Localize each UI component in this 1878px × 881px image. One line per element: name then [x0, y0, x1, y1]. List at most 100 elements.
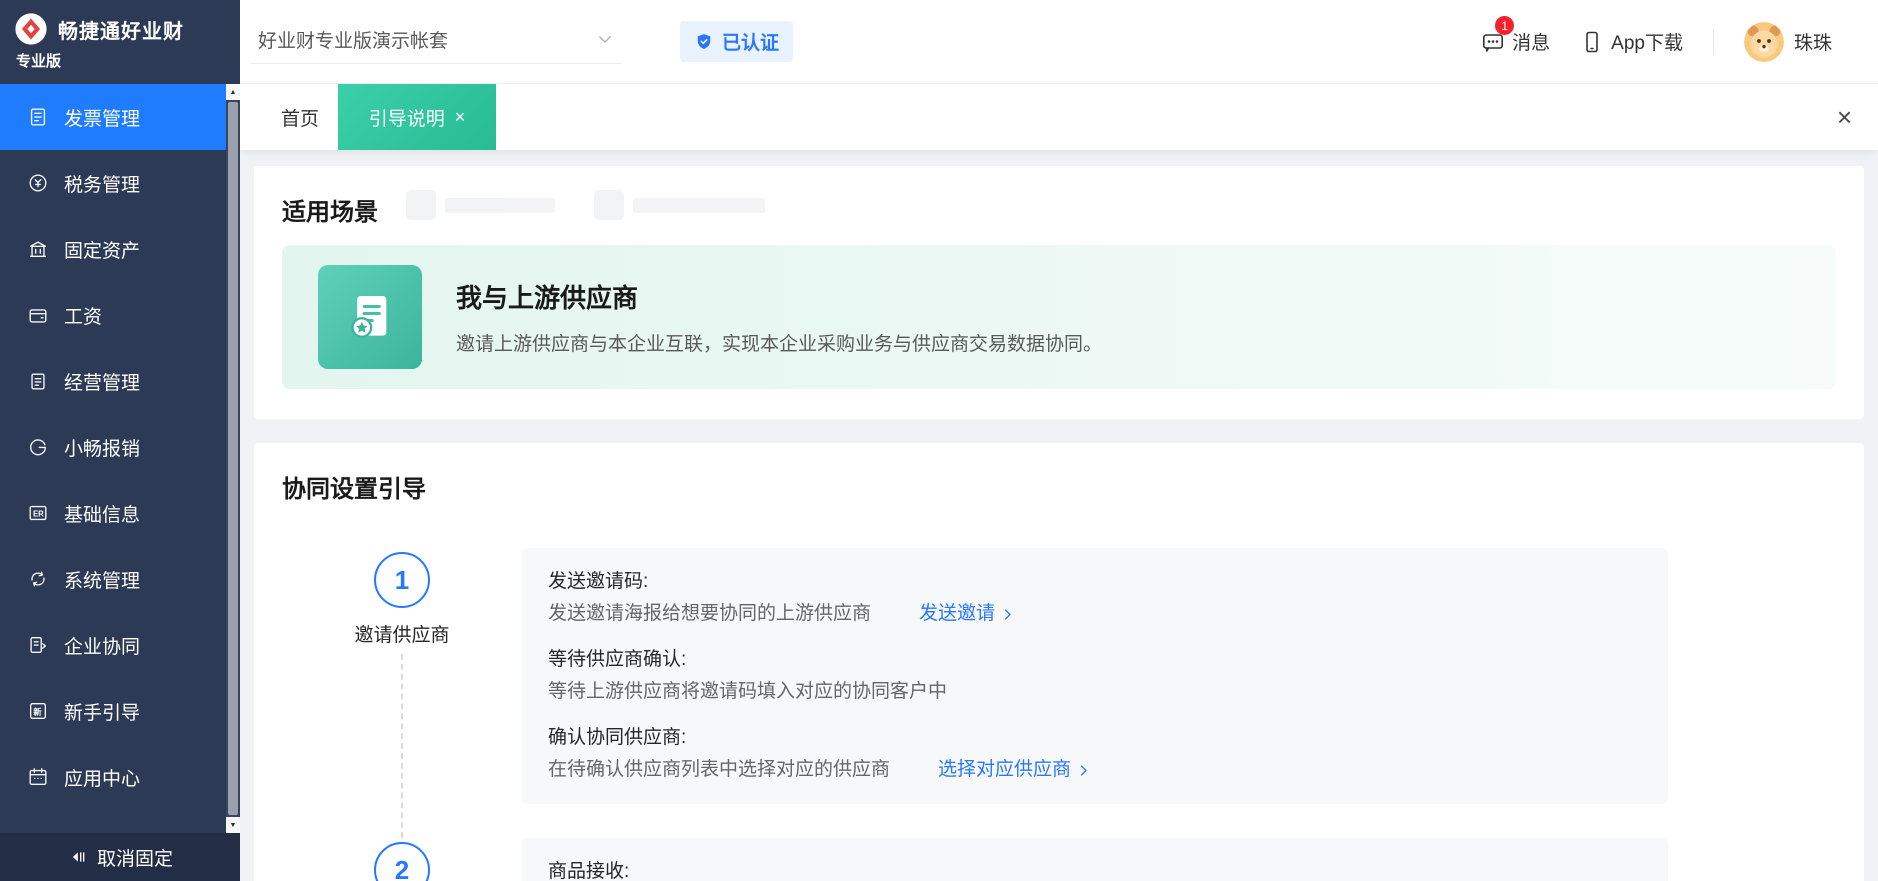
sidebar-item-label: 应用中心 [64, 768, 141, 790]
scenario-card: 我与上游供应商 邀请上游供应商与本企业互联，实现本企业采购业务与供应商交易数据协… [282, 245, 1836, 389]
system-icon [27, 568, 49, 590]
step-1-label: 邀请供应商 [354, 625, 450, 646]
account-set-value: 好业财专业版演示帐套 [258, 30, 449, 52]
guide-heading: 协同设置引导 [282, 476, 426, 503]
sidebar-item-label: 基础信息 [64, 504, 141, 526]
sidebar: 畅捷通好业财 专业版 发票管理 税务管理 固定资产 工资 经营管理 小畅报销 E… [0, 0, 240, 881]
sidebar-item-label: 固定资产 [64, 240, 141, 262]
brand-logo-icon [14, 12, 48, 46]
unpin-label: 取消固定 [96, 848, 173, 870]
scrollbar-up-arrow[interactable]: ▲ [226, 84, 240, 100]
sidebar-scrollbar[interactable]: ▲ ▼ [226, 84, 240, 833]
sidebar-item-salary[interactable]: 工资 [0, 282, 240, 348]
chevron-right-icon [1004, 608, 1011, 620]
step-item-title: 等待供应商确认: [548, 649, 687, 670]
step-item-text: 等待上游供应商将邀请码填入对应的协同客户中 [548, 681, 948, 702]
send-invite-link[interactable]: 发送邀请 [919, 602, 1015, 626]
step-item-text: 发送邀请海报给想要协同的上游供应商 [548, 603, 872, 624]
choose-supplier-link[interactable]: 选择对应供应商 [938, 758, 1091, 782]
collapse-icon [72, 852, 85, 862]
send-invite-link-label: 发送邀请 [919, 603, 996, 624]
tab-bar: 首页 引导说明 × × [240, 84, 1878, 150]
sidebar-item-label: 系统管理 [64, 570, 141, 592]
sidebar-item-label: 发票管理 [64, 108, 141, 130]
sidebar-item-label: 经营管理 [64, 372, 141, 394]
tax-icon [27, 172, 49, 194]
sidebar-item-label: 企业协同 [64, 636, 141, 658]
brand-block: 畅捷通好业财 专业版 [0, 0, 240, 84]
sidebar-item-app-center[interactable]: 应用中心 [0, 744, 240, 810]
close-all-tabs-icon[interactable]: × [1837, 104, 1852, 130]
scenario-heading: 适用场景 [282, 199, 378, 226]
main-content: 适用场景 我与上游供应商 邀请上游供应商与本企业互联，实现本企业采购业务与供应商… [240, 150, 1878, 881]
app-center-icon [27, 766, 49, 788]
certified-badge: 已认证 [680, 21, 794, 62]
avatar [1743, 21, 1784, 62]
step-2-rail: 2 [282, 838, 522, 881]
new-user-guide-icon: 新 [27, 700, 49, 722]
guide-step-2: 2 商品接收: [282, 838, 1836, 881]
collaboration-icon [27, 634, 49, 656]
step-1-number: 1 [374, 552, 430, 608]
guide-panel: 协同设置引导 1 邀请供应商 发送邀请码: 发送邀请海报给想要协同的上游供应商 [254, 443, 1864, 881]
step-item-title: 发送邀请码: [548, 571, 649, 592]
step-item-text: 在待确认供应商列表中选择对应的供应商 [548, 759, 891, 780]
brand-name: 畅捷通好业财 [58, 20, 184, 43]
user-menu[interactable]: 珠珠 [1743, 21, 1832, 62]
app-download-button[interactable]: App下载 [1580, 28, 1683, 55]
scenario-card-description: 邀请上游供应商与本企业互联，实现本企业采购业务与供应商交易数据协同。 [456, 334, 1103, 355]
sidebar-item-collaboration[interactable]: 企业协同 [0, 612, 240, 678]
sidebar-item-system[interactable]: 系统管理 [0, 546, 240, 612]
username: 珠珠 [1793, 33, 1832, 54]
sidebar-item-invoice[interactable]: 发票管理 [0, 84, 240, 150]
certified-label: 已认证 [722, 33, 780, 54]
brand-edition: 专业版 [16, 53, 62, 70]
step-item-title: 确认协同供应商: [548, 727, 687, 748]
step-connector-dashed-line [401, 654, 403, 848]
app-window: 畅捷通好业财 专业版 发票管理 税务管理 固定资产 工资 经营管理 小畅报销 E… [0, 0, 1878, 881]
step-item: 等待供应商确认: 等待上游供应商将邀请码填入对应的协同客户中 [548, 648, 1642, 704]
sidebar-item-operations[interactable]: 经营管理 [0, 348, 240, 414]
step-1-rail: 1 邀请供应商 [282, 548, 522, 848]
supplier-doc-star-icon [318, 265, 422, 369]
sidebar-item-label: 税务管理 [64, 174, 141, 196]
sidebar-item-fixed-asset[interactable]: 固定资产 [0, 216, 240, 282]
shield-icon [697, 33, 711, 49]
scrollbar-down-arrow[interactable]: ▼ [226, 817, 240, 833]
tab-close-icon[interactable]: × [455, 108, 466, 126]
scenario-card-title: 我与上游供应商 [456, 283, 639, 313]
tab-home[interactable]: 首页 [262, 84, 338, 150]
account-set-select[interactable]: 好业财专业版演示帐套 [250, 20, 622, 64]
header-divider [1712, 28, 1714, 55]
sidebar-item-guide[interactable]: 新 新手引导 [0, 678, 240, 744]
step-item: 确认协同供应商: 在待确认供应商列表中选择对应的供应商 选择对应供应商 [548, 726, 1642, 782]
app-download-label: App下载 [1611, 33, 1683, 54]
phone-icon [1586, 31, 1598, 52]
messages-label: 消息 [1512, 33, 1551, 54]
tab-guide-active[interactable]: 引导说明 × [338, 84, 496, 150]
top-header: 好业财专业版演示帐套 已认证 消息 1 App下载 珠珠 [240, 0, 1878, 84]
step-item: 商品接收: [548, 860, 1642, 881]
sidebar-item-label: 新手引导 [64, 702, 141, 724]
step-2-number: 2 [374, 842, 430, 881]
sidebar-item-label: 小畅报销 [64, 438, 141, 460]
chevron-down-icon [599, 36, 611, 43]
chevron-right-icon [1080, 764, 1087, 776]
fixed-asset-icon [27, 238, 49, 260]
sidebar-item-reimburse[interactable]: 小畅报销 [0, 414, 240, 480]
step-item-title: 商品接收: [548, 861, 630, 881]
messages-button[interactable]: 消息 1 [1481, 16, 1551, 55]
sidebar-item-tax[interactable]: 税务管理 [0, 150, 240, 216]
scrollbar-thumb[interactable] [228, 102, 238, 815]
guide-step-1: 1 邀请供应商 发送邀请码: 发送邀请海报给想要协同的上游供应商 发送邀请 等待… [282, 548, 1836, 848]
salary-icon [27, 304, 49, 326]
tab-guide-label: 引导说明 [368, 108, 445, 130]
step-1-detail-box: 发送邀请码: 发送邀请海报给想要协同的上游供应商 发送邀请 等待供应商确认: 等… [522, 548, 1668, 804]
step-item: 发送邀请码: 发送邀请海报给想要协同的上游供应商 发送邀请 [548, 570, 1642, 626]
scenario-panel: 适用场景 我与上游供应商 邀请上游供应商与本企业互联，实现本企业采购业务与供应商… [254, 166, 1864, 419]
sidebar-item-basic-info[interactable]: ER 基础信息 [0, 480, 240, 546]
svg-text:新: 新 [33, 707, 42, 717]
unpin-sidebar-button[interactable]: 取消固定 [0, 833, 240, 881]
scenario-card-body: 我与上游供应商 邀请上游供应商与本企业互联，实现本企业采购业务与供应商交易数据协… [456, 278, 1102, 356]
reimburse-icon [27, 436, 49, 458]
